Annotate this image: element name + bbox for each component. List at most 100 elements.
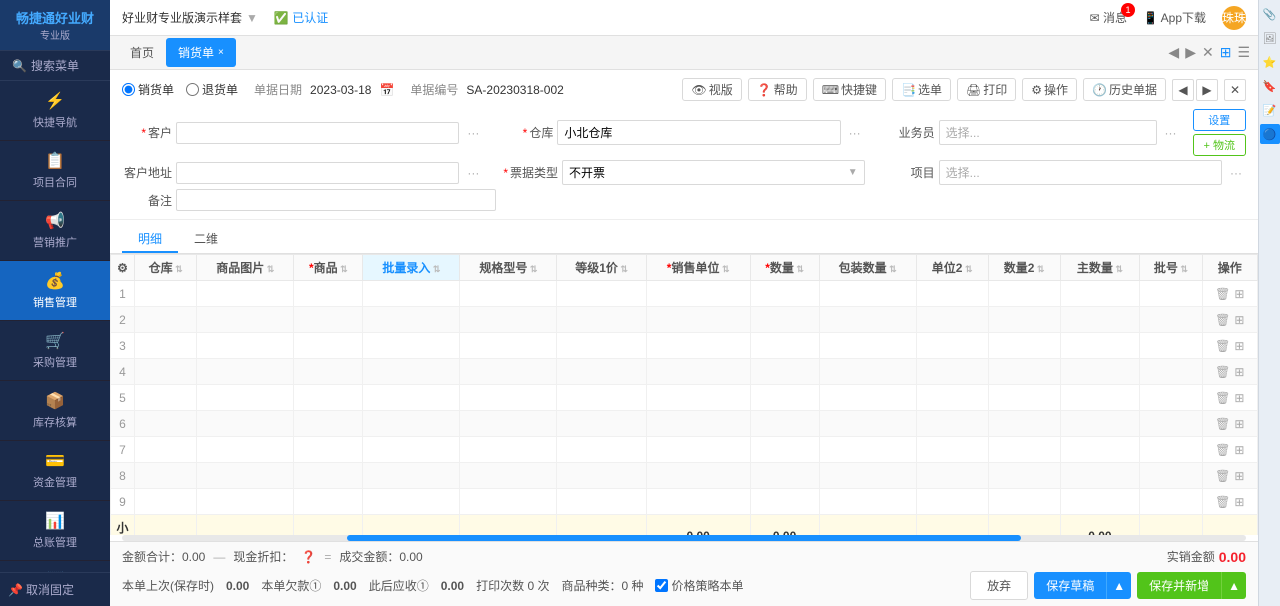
- table-cell[interactable]: [1060, 307, 1140, 333]
- sidebar-item-project-contract[interactable]: 📋 项目合同: [0, 141, 110, 201]
- table-cell[interactable]: [988, 333, 1060, 359]
- table-cell[interactable]: [363, 489, 460, 515]
- table-cell[interactable]: [197, 307, 294, 333]
- sidebar-item-quick-nav[interactable]: ⚡ 快捷导航: [0, 81, 110, 141]
- table-cell[interactable]: [916, 307, 988, 333]
- table-cell[interactable]: [988, 385, 1060, 411]
- table-cell[interactable]: [294, 359, 363, 385]
- table-cell[interactable]: [460, 437, 557, 463]
- sidebar-item-invoices[interactable]: 🧾 发票管理: [0, 561, 110, 572]
- table-cell[interactable]: [988, 463, 1060, 489]
- table-cell[interactable]: [819, 437, 916, 463]
- table-cell[interactable]: [135, 411, 197, 437]
- table-cell[interactable]: [916, 359, 988, 385]
- sidebar-item-sales[interactable]: 💰 销售管理: [0, 261, 110, 321]
- delete-row-btn[interactable]: 🗑: [1215, 313, 1230, 327]
- discard-btn[interactable]: 放弃: [970, 571, 1028, 600]
- price-policy-check[interactable]: [655, 579, 668, 592]
- table-cell[interactable]: [557, 489, 646, 515]
- tab-close-btn[interactable]: ×: [218, 47, 224, 58]
- sidebar-search[interactable]: 🔍 搜索菜单: [0, 51, 110, 81]
- table-cell[interactable]: [294, 307, 363, 333]
- table-cell[interactable]: [819, 281, 916, 307]
- view-tab-二维[interactable]: 二维: [178, 226, 234, 253]
- table-cell[interactable]: [294, 411, 363, 437]
- table-cell[interactable]: [197, 463, 294, 489]
- tab-grid-view-btn[interactable]: ⊞: [1220, 44, 1232, 61]
- table-cell[interactable]: [460, 385, 557, 411]
- table-cell[interactable]: [1140, 307, 1202, 333]
- table-cell[interactable]: [750, 489, 819, 515]
- table-cell[interactable]: [135, 489, 197, 515]
- table-cell[interactable]: [294, 333, 363, 359]
- table-cell[interactable]: [460, 333, 557, 359]
- table-cell[interactable]: [750, 463, 819, 489]
- table-cell[interactable]: [197, 281, 294, 307]
- table-cell[interactable]: [916, 437, 988, 463]
- settings-btn[interactable]: 设置: [1193, 109, 1246, 131]
- table-cell[interactable]: [460, 463, 557, 489]
- warehouse-dots[interactable]: ···: [845, 126, 865, 140]
- table-cell[interactable]: [819, 333, 916, 359]
- table-cell[interactable]: [363, 281, 460, 307]
- table-cell[interactable]: [819, 489, 916, 515]
- delete-row-btn[interactable]: 🗑: [1215, 339, 1230, 353]
- table-cell[interactable]: [916, 333, 988, 359]
- table-cell[interactable]: [135, 307, 197, 333]
- nav-next-btn[interactable]: ▶: [1196, 79, 1218, 101]
- table-cell[interactable]: [294, 437, 363, 463]
- table-cell[interactable]: [750, 359, 819, 385]
- table-cell[interactable]: [988, 281, 1060, 307]
- table-cell[interactable]: [988, 359, 1060, 385]
- customer-dots[interactable]: ···: [463, 126, 483, 140]
- table-cell[interactable]: [646, 333, 750, 359]
- table-cell[interactable]: [1140, 489, 1202, 515]
- table-cell[interactable]: [135, 333, 197, 359]
- table-cell[interactable]: [460, 411, 557, 437]
- delete-row-btn[interactable]: 🗑: [1215, 365, 1230, 379]
- table-cell[interactable]: [135, 359, 197, 385]
- table-cell[interactable]: [197, 333, 294, 359]
- app-download-btn[interactable]: 📱 App下载: [1143, 9, 1206, 26]
- table-cell[interactable]: [557, 359, 646, 385]
- address-input[interactable]: [176, 162, 459, 184]
- copy-row-btn[interactable]: ⊞: [1234, 287, 1244, 301]
- salesperson-input[interactable]: 选择...: [939, 120, 1157, 145]
- invoice-type-select[interactable]: 不开票 ▼: [562, 160, 865, 185]
- right-panel-icon-1[interactable]: 🖼: [1260, 28, 1280, 48]
- table-cell[interactable]: [460, 281, 557, 307]
- delete-row-btn[interactable]: 🗑: [1215, 391, 1230, 405]
- question-icon[interactable]: ❓: [301, 550, 316, 564]
- table-cell[interactable]: [646, 281, 750, 307]
- table-cell[interactable]: [557, 385, 646, 411]
- table-cell[interactable]: [1140, 359, 1202, 385]
- table-cell[interactable]: [1060, 281, 1140, 307]
- table-cell[interactable]: [197, 359, 294, 385]
- table-cell[interactable]: [557, 307, 646, 333]
- table-cell[interactable]: [1060, 437, 1140, 463]
- table-cell[interactable]: [363, 307, 460, 333]
- right-panel-icon-0[interactable]: 📎: [1260, 4, 1280, 24]
- table-cell[interactable]: [916, 281, 988, 307]
- table-cell[interactable]: [363, 385, 460, 411]
- table-cell[interactable]: [646, 411, 750, 437]
- table-cell[interactable]: [646, 463, 750, 489]
- right-panel-icon-4[interactable]: 📝: [1260, 100, 1280, 120]
- table-cell[interactable]: [294, 385, 363, 411]
- dropdown-icon[interactable]: ▼: [246, 11, 258, 25]
- copy-row-btn[interactable]: ⊞: [1234, 391, 1244, 405]
- table-cell[interactable]: [363, 437, 460, 463]
- close-doc-btn[interactable]: ✕: [1224, 79, 1246, 101]
- tab-home[interactable]: 首页: [118, 38, 166, 67]
- address-dots[interactable]: ···: [463, 166, 483, 180]
- copy-row-btn[interactable]: ⊞: [1234, 495, 1244, 509]
- copy-row-btn[interactable]: ⊞: [1234, 313, 1244, 327]
- customer-input[interactable]: [176, 122, 459, 144]
- copy-row-btn[interactable]: ⊞: [1234, 339, 1244, 353]
- delete-row-btn[interactable]: 🗑: [1215, 495, 1230, 509]
- ops-btn[interactable]: ⚙ 操作: [1022, 78, 1077, 101]
- tab-next-btn[interactable]: ▶: [1185, 44, 1196, 61]
- table-cell[interactable]: [363, 411, 460, 437]
- view-tab-明细[interactable]: 明细: [122, 226, 178, 253]
- table-cell[interactable]: [557, 281, 646, 307]
